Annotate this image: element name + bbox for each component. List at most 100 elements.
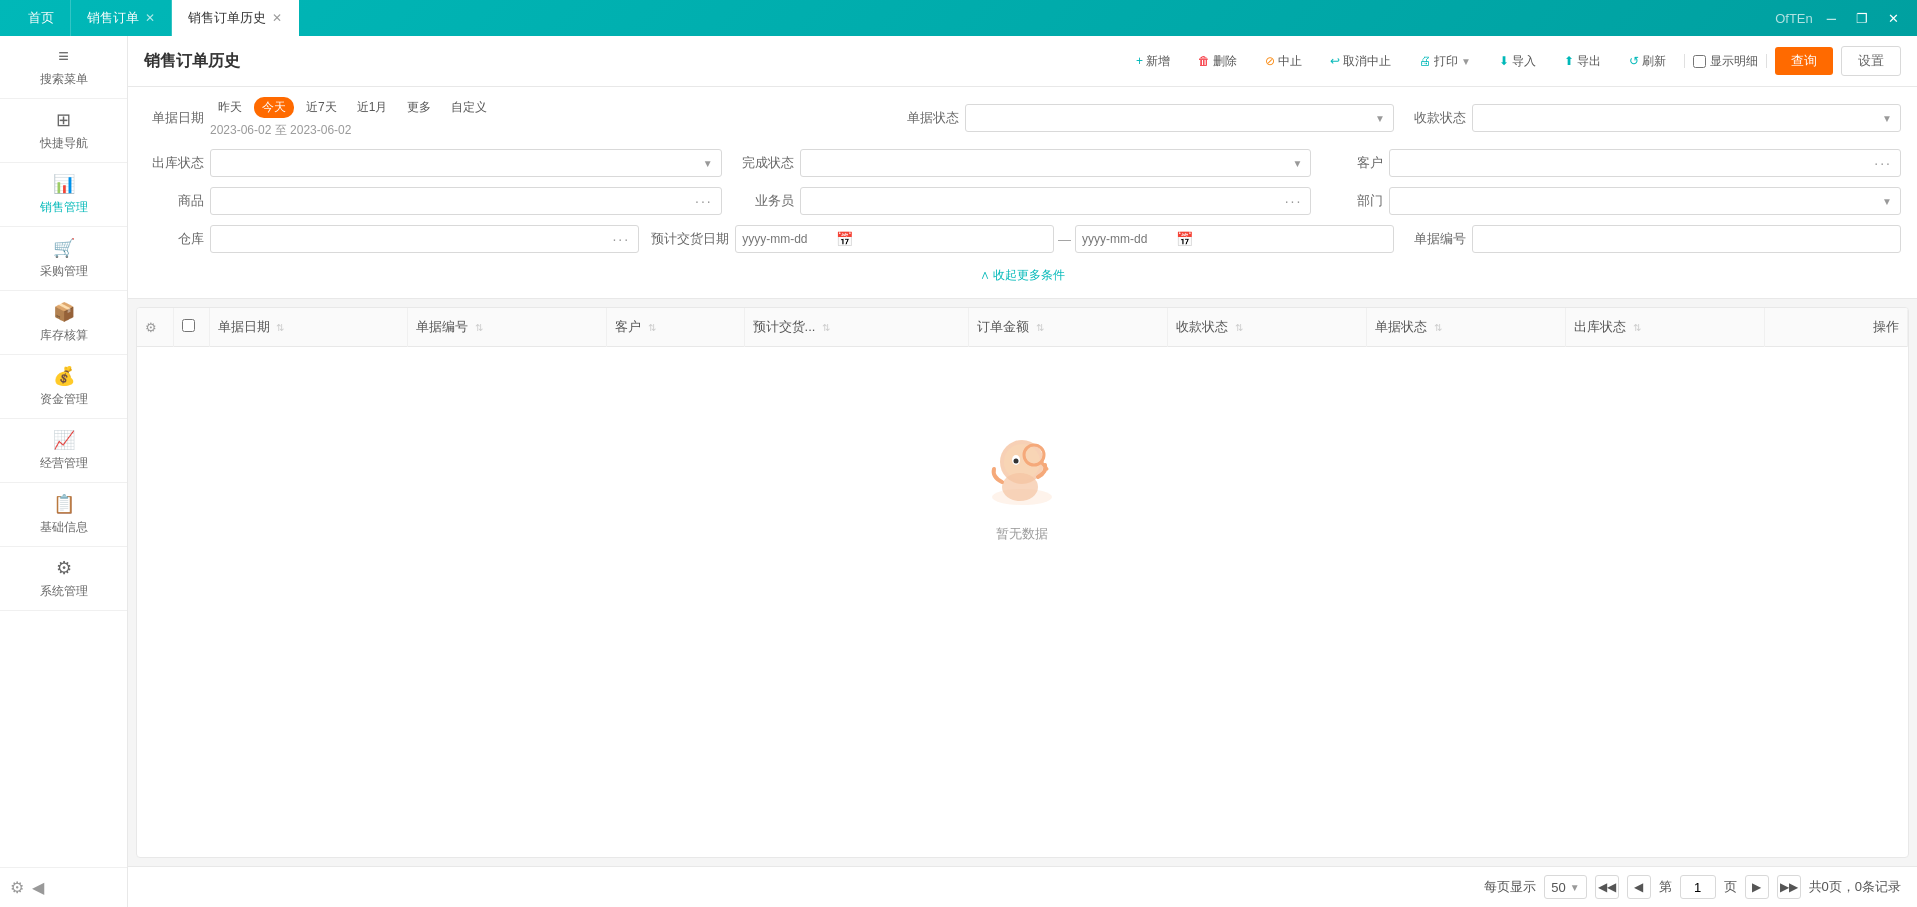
sales-mgmt-icon: 📊 — [53, 173, 75, 195]
th-number-sort-icon[interactable]: ⇅ — [475, 322, 483, 333]
th-date-sort-icon[interactable]: ⇅ — [276, 322, 284, 333]
date-tabs: 昨天 今天 近7天 近1月 更多 自定义 — [210, 97, 887, 118]
sidebar-item-sales-mgmt-label: 销售管理 — [40, 199, 88, 216]
next-page-button[interactable]: ▶ — [1745, 875, 1769, 899]
out-status-select[interactable]: ▼ — [210, 149, 722, 177]
sidebar-item-quick-nav[interactable]: ⊞ 快捷导航 — [0, 99, 127, 163]
new-label: 新增 — [1146, 53, 1170, 70]
sidebar-item-inventory-check[interactable]: 📦 库存核算 — [0, 291, 127, 355]
import-button[interactable]: ⬇ 导入 — [1489, 49, 1546, 74]
refresh-button[interactable]: ↺ 刷新 — [1619, 49, 1676, 74]
table-header-row: ⚙ 单据日期 ⇅ 单据编号 ⇅ — [137, 308, 1908, 347]
empty-state-illustration — [972, 427, 1072, 517]
page-title: 销售订单历史 — [144, 51, 240, 72]
sidebar-item-sales-mgmt[interactable]: 📊 销售管理 — [0, 163, 127, 227]
th-date: 单据日期 ⇅ — [209, 308, 408, 347]
print-icon: 🖨 — [1419, 54, 1431, 68]
close-window-button[interactable]: ✕ — [1882, 9, 1905, 28]
doc-status-select[interactable]: ▼ — [965, 104, 1394, 132]
complete-status-select[interactable]: ▼ — [800, 149, 1312, 177]
page-size-label: 每页显示 — [1484, 878, 1536, 896]
cancel-stop-button[interactable]: ↩ 取消中止 — [1320, 49, 1401, 74]
delete-label: 删除 — [1213, 53, 1237, 70]
print-dropdown-icon: ▼ — [1461, 56, 1471, 67]
delivery-date-to-calendar-icon[interactable]: 📅 — [1176, 231, 1193, 247]
delivery-date-from-calendar-icon[interactable]: 📅 — [836, 231, 853, 247]
date-tab-more[interactable]: 更多 — [399, 97, 439, 118]
th-amount-sort-icon[interactable]: ⇅ — [1036, 322, 1044, 333]
date-tab-1month[interactable]: 近1月 — [349, 97, 396, 118]
customer-dots[interactable]: ··· — [1874, 155, 1892, 171]
page-size-select[interactable]: 50 ▼ — [1544, 875, 1586, 899]
th-delivery-date-sort-icon[interactable]: ⇅ — [822, 322, 830, 333]
filter-item-doc-date: 单据日期 昨天 今天 近7天 近1月 更多 自定义 2023-06-02 至 2… — [144, 97, 887, 139]
sidebar-settings-icon[interactable]: ⚙ — [10, 878, 24, 897]
doc-number-input[interactable] — [1472, 225, 1901, 253]
tab-sales-order-close[interactable]: ✕ — [145, 11, 155, 25]
show-detail-checkbox[interactable] — [1693, 55, 1706, 68]
restore-button[interactable]: ❐ — [1850, 9, 1874, 28]
delivery-date-from-input[interactable] — [742, 232, 832, 246]
query-button[interactable]: 查询 — [1775, 47, 1833, 75]
last-page-button[interactable]: ▶▶ — [1777, 875, 1801, 899]
new-button[interactable]: + 新增 — [1126, 49, 1180, 74]
sidebar-item-search-menu[interactable]: ≡ 搜索菜单 — [0, 36, 127, 99]
warehouse-dots[interactable]: ··· — [612, 231, 630, 247]
date-tab-yesterday[interactable]: 昨天 — [210, 97, 250, 118]
salesperson-dots[interactable]: ··· — [1285, 193, 1303, 209]
empty-state: 暂无数据 — [137, 347, 1908, 623]
collapse-more-button[interactable]: ∧ 收起更多条件 — [144, 263, 1901, 288]
prev-page-button[interactable]: ◀ — [1627, 875, 1651, 899]
delivery-date-to-input[interactable] — [1082, 232, 1172, 246]
date-tab-today[interactable]: 今天 — [254, 97, 294, 118]
settings-icon[interactable]: ⚙ — [145, 320, 157, 335]
stop-button[interactable]: ⊘ 中止 — [1255, 49, 1312, 74]
sidebar-item-operations-mgmt[interactable]: 📈 经营管理 — [0, 419, 127, 483]
th-date-label: 单据日期 — [218, 319, 270, 334]
page-number-input[interactable] — [1680, 875, 1716, 899]
select-all-checkbox[interactable] — [182, 319, 195, 332]
th-out-status-sort-icon[interactable]: ⇅ — [1633, 322, 1641, 333]
export-label: 导出 — [1577, 53, 1601, 70]
export-button[interactable]: ⬆ 导出 — [1554, 49, 1611, 74]
first-page-button[interactable]: ◀◀ — [1595, 875, 1619, 899]
operations-mgmt-icon: 📈 — [53, 429, 75, 451]
filter-item-out-status: 出库状态 ▼ — [144, 149, 722, 177]
refresh-icon: ↺ — [1629, 54, 1639, 68]
th-delivery-date-label: 预计交货... — [753, 319, 816, 334]
sidebar-item-basic-info-label: 基础信息 — [40, 519, 88, 536]
collapse-more-label: ∧ 收起更多条件 — [980, 267, 1065, 284]
th-doc-status-sort-icon[interactable]: ⇅ — [1434, 322, 1442, 333]
salesperson-label: 业务员 — [734, 192, 794, 210]
date-tab-7days[interactable]: 近7天 — [298, 97, 345, 118]
sidebar-item-finance-mgmt[interactable]: 💰 资金管理 — [0, 355, 127, 419]
th-payment-status-sort-icon[interactable]: ⇅ — [1235, 322, 1243, 333]
sidebar-item-purchase-mgmt[interactable]: 🛒 采购管理 — [0, 227, 127, 291]
tab-home[interactable]: 首页 — [12, 0, 71, 36]
date-tab-custom[interactable]: 自定义 — [443, 97, 495, 118]
sidebar-item-basic-info[interactable]: 📋 基础信息 — [0, 483, 127, 547]
show-detail-checkbox-label[interactable]: 显示明细 — [1693, 53, 1758, 70]
department-select[interactable]: ▼ — [1389, 187, 1901, 215]
th-customer-sort-icon[interactable]: ⇅ — [648, 322, 656, 333]
payment-status-select[interactable]: ▼ — [1472, 104, 1901, 132]
filter-area: 单据日期 昨天 今天 近7天 近1月 更多 自定义 2023-06-02 至 2… — [128, 87, 1917, 299]
settings-button[interactable]: 设置 — [1841, 46, 1901, 76]
table-area: ⚙ 单据日期 ⇅ 单据编号 ⇅ — [136, 307, 1909, 858]
product-dots[interactable]: ··· — [695, 193, 713, 209]
th-doc-status-label: 单据状态 — [1375, 319, 1427, 334]
tab-sales-order-history[interactable]: 销售订单历史 ✕ — [172, 0, 299, 36]
tab-sales-order[interactable]: 销售订单 ✕ — [71, 0, 172, 36]
svg-point-7 — [1002, 473, 1038, 501]
doc-status-label: 单据状态 — [899, 109, 959, 127]
th-customer: 客户 ⇅ — [607, 308, 744, 347]
complete-status-caret: ▼ — [1292, 158, 1302, 169]
search-menu-icon: ≡ — [58, 46, 69, 67]
tab-sales-order-history-close[interactable]: ✕ — [272, 11, 282, 25]
delivery-date-to-wrapper: 📅 — [1075, 225, 1394, 253]
print-button[interactable]: 🖨 打印 ▼ — [1409, 49, 1481, 74]
sidebar-collapse-icon[interactable]: ◀ — [32, 878, 44, 897]
delete-button[interactable]: 🗑 删除 — [1188, 49, 1247, 74]
sidebar-item-system-mgmt[interactable]: ⚙ 系统管理 — [0, 547, 127, 611]
minimize-button[interactable]: ─ — [1821, 9, 1842, 28]
